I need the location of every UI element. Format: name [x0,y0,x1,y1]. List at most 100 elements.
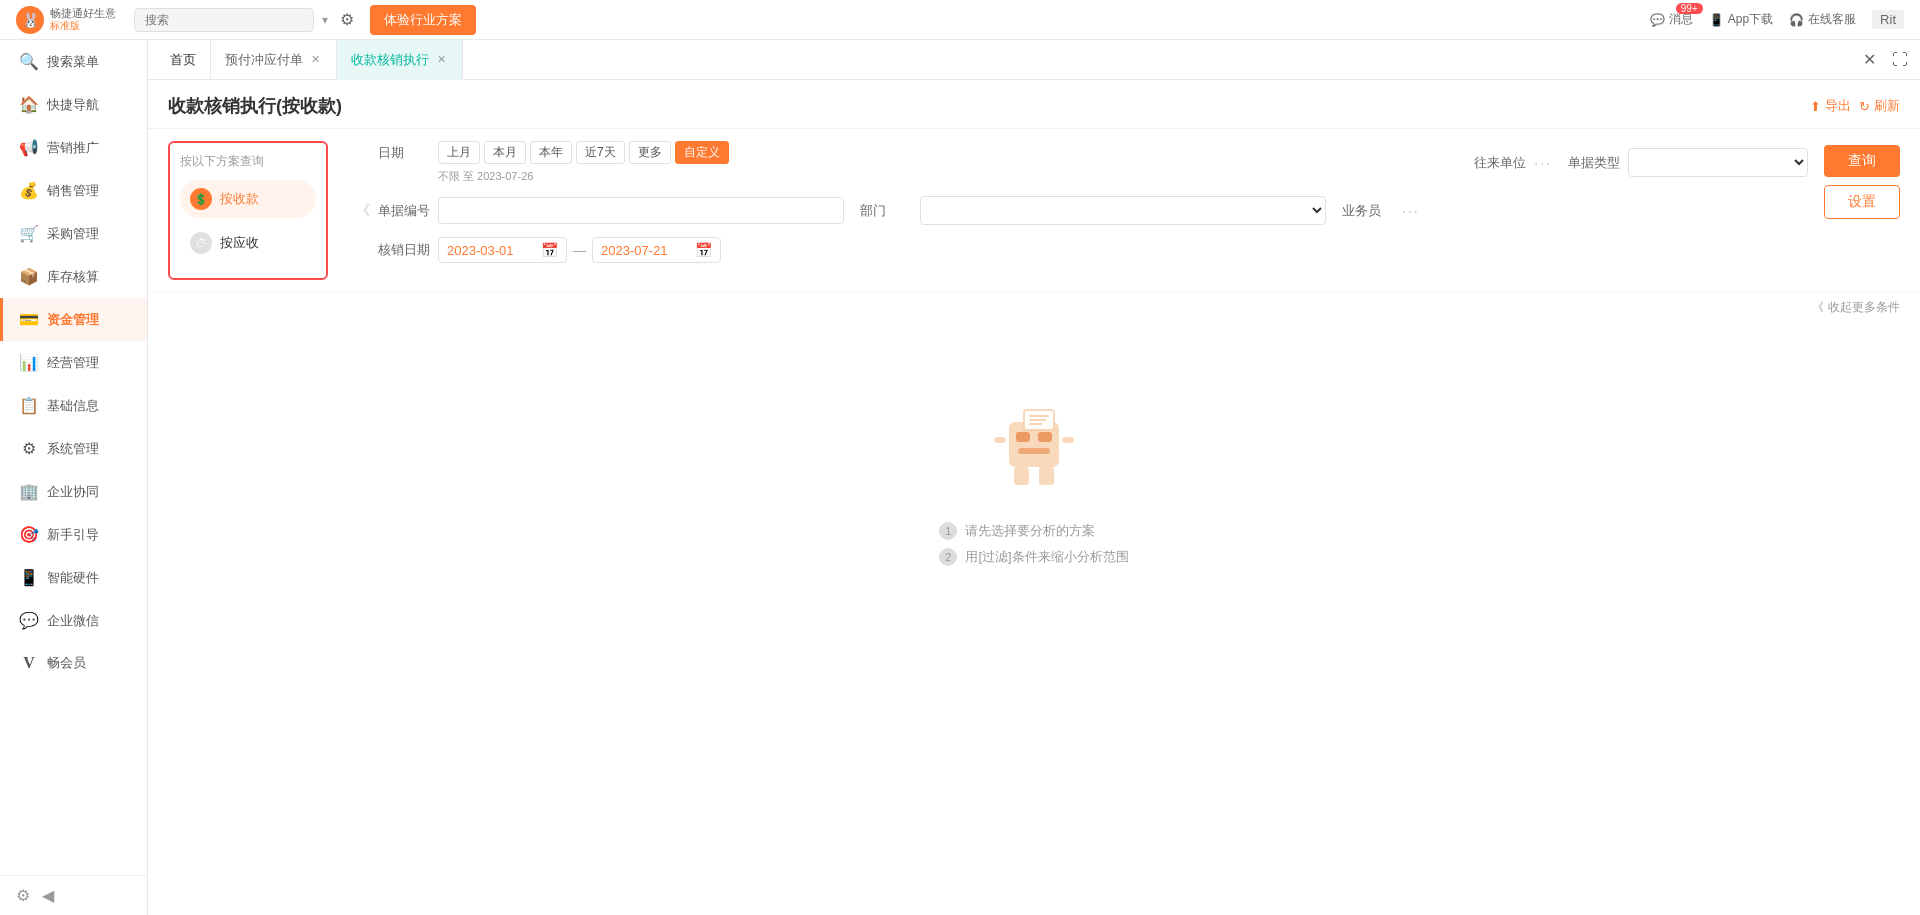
filter-action-buttons: 查询 设置 [1824,141,1900,280]
tip-text-2: 用[过滤]条件来缩小分析范围 [965,548,1128,566]
sidebar-item-smart-hardware[interactable]: 📱 智能硬件 [0,556,147,599]
counterparty-dots: ··· [1534,155,1552,171]
chevron-left-icon: 《 [356,202,370,220]
bill-type-select[interactable] [1628,148,1808,177]
sidebar-item-operation[interactable]: 📊 经营管理 [0,341,147,384]
sidebar-item-enterprise-collab[interactable]: 🏢 企业协同 [0,470,147,513]
sidebar-item-marketing[interactable]: 📢 营销推广 [0,126,147,169]
bill-no-input[interactable] [438,197,844,224]
sidebar-item-vip[interactable]: V 畅会员 [0,642,147,684]
salesperson-dots: ··· [1402,203,1420,219]
date-quick-buttons: 上月 本月 本年 近7天 更多 自定义 [438,141,729,164]
writeoff-date-start-input[interactable] [447,243,537,258]
sidebar-settings-icon[interactable]: ⚙ [16,886,30,905]
search-chevron-icon[interactable]: ▾ [322,13,328,27]
writeoff-date-label: 核销日期 [378,241,430,259]
export-button[interactable]: ⬆ 导出 [1810,97,1851,115]
department-select[interactable] [920,196,1326,225]
date-custom-button[interactable]: 自定义 [675,141,729,164]
sidebar-item-purchase[interactable]: 🛒 采购管理 [0,212,147,255]
filter-option-by-receivable[interactable]: ⏱ 按应收 [180,224,316,262]
sidebar-item-wechat[interactable]: 💬 企业微信 [0,599,147,642]
settings-gear-icon[interactable]: ⚙ [340,10,354,29]
collapse-more-label: 收起更多条件 [1828,299,1900,316]
sidebar-item-finance[interactable]: 💳 资金管理 [0,298,147,341]
message-icon: 💬 [1650,13,1665,27]
sidebar-item-inventory[interactable]: 📦 库存核算 [0,255,147,298]
svg-rect-7 [1039,467,1054,485]
filter-bill-no-field: 单据编号 [378,197,844,224]
sidebar-label-enterprise-collab: 企业协同 [47,483,99,501]
date-this-month-button[interactable]: 本月 [484,141,526,164]
date-last-month-button[interactable]: 上月 [438,141,480,164]
collapse-more-button[interactable]: 《 收起更多条件 [1812,299,1900,316]
sidebar-label-finance: 资金管理 [47,311,99,329]
writeoff-date-end-input[interactable] [601,243,691,258]
sidebar-item-beginner[interactable]: 🎯 新手引导 [0,513,147,556]
logo-icon: 🐰 [16,6,44,34]
sidebar-label-search: 搜索菜单 [47,53,99,71]
filter-date-field: 日期 上月 本月 本年 近7天 更多 自定义 [378,141,729,184]
query-button[interactable]: 查询 [1824,145,1900,177]
filter-collapse-arrow[interactable]: 《 [348,141,378,280]
date-this-year-button[interactable]: 本年 [530,141,572,164]
message-button[interactable]: 💬 消息 99+ [1650,11,1693,28]
date-last-7days-button[interactable]: 近7天 [576,141,625,164]
sidebar-item-quick-nav[interactable]: 🏠 快捷导航 [0,83,147,126]
sidebar-label-operation: 经营管理 [47,354,99,372]
headset-icon: 🎧 [1789,13,1804,27]
inventory-icon: 📦 [19,267,39,286]
date-hint: 不限 至 2023-07-26 [438,170,533,182]
tab-writeoff[interactable]: 收款核销执行 ✕ [337,40,463,80]
tab-writeoff-close-icon[interactable]: ✕ [435,51,448,68]
basic-info-icon: 📋 [19,396,39,415]
sidebar-label-basic-info: 基础信息 [47,397,99,415]
date-more-button[interactable]: 更多 [629,141,671,164]
date-range-dash: — [573,243,586,258]
tab-close-all-button[interactable]: ✕ [1859,46,1880,73]
industry-solution-button[interactable]: 体验行业方案 [370,5,476,35]
sidebar-label-sales: 销售管理 [47,182,99,200]
main-layout: 🔍 搜索菜单 🏠 快捷导航 📢 营销推广 💰 销售管理 🛒 采购管理 📦 库存核… [0,40,1920,915]
sidebar-item-basic-info[interactable]: 📋 基础信息 [0,384,147,427]
filter-writeoff-date-field: 核销日期 📅 — 📅 [378,237,1808,263]
calendar-start-icon[interactable]: 📅 [541,242,558,258]
tip-number-1: 1 [939,522,957,540]
tab-prepay-close-icon[interactable]: ✕ [309,51,322,68]
top-search-input[interactable] [134,8,314,32]
svg-rect-3 [1018,448,1050,454]
page-content: 收款核销执行(按收款) ⬆ 导出 ↻ 刷新 [148,80,1920,915]
collapse-more-row: 《 收起更多条件 [148,292,1920,322]
filter-option-by-receivable-label: 按应收 [220,234,259,252]
smart-hardware-icon: 📱 [19,568,39,587]
export-icon: ⬆ [1810,99,1821,114]
sidebar-item-search[interactable]: 🔍 搜索菜单 [0,40,147,83]
calendar-end-icon[interactable]: 📅 [695,242,712,258]
sidebar-label-quick-nav: 快捷导航 [47,96,99,114]
sidebar-collapse-icon[interactable]: ◀ [42,886,54,905]
purchase-icon: 🛒 [19,224,39,243]
top-bar-right: 💬 消息 99+ 📱 App下载 🎧 在线客服 Rit [1650,10,1904,29]
sidebar-bottom: ⚙ ◀ [0,875,147,915]
refresh-button[interactable]: ↻ 刷新 [1859,97,1900,115]
sidebar-item-system[interactable]: ⚙ 系统管理 [0,427,147,470]
tab-prepay[interactable]: 预付冲应付单 ✕ [211,40,337,80]
home-icon: 🏠 [19,95,39,114]
export-label: 导出 [1825,97,1851,115]
settings-button[interactable]: 设置 [1824,185,1900,219]
beginner-icon: 🎯 [19,525,39,544]
sidebar-item-sales[interactable]: 💰 销售管理 [0,169,147,212]
user-name-display: Rit [1872,10,1904,29]
empty-tips: 1 请先选择要分析的方案 2 用[过滤]条件来缩小分析范围 [939,522,1128,566]
tab-expand-button[interactable]: ⛶ [1888,47,1912,73]
finance-icon: 💳 [19,310,39,329]
system-icon: ⚙ [19,439,39,458]
filter-option-by-receipt[interactable]: 💲 按收款 [180,180,316,218]
tab-home[interactable]: 首页 [156,40,211,80]
online-service-button[interactable]: 🎧 在线客服 [1789,11,1856,28]
filter-sidebar-panel: 按以下方案查询 💲 按收款 ⏱ 按应收 [168,141,328,280]
app-download-button[interactable]: 📱 App下载 [1709,11,1773,28]
refresh-label: 刷新 [1874,97,1900,115]
page-header-actions: ⬆ 导出 ↻ 刷新 [1810,97,1900,115]
filter-row-2: 单据编号 部门 业务员 ··· [378,196,1808,225]
